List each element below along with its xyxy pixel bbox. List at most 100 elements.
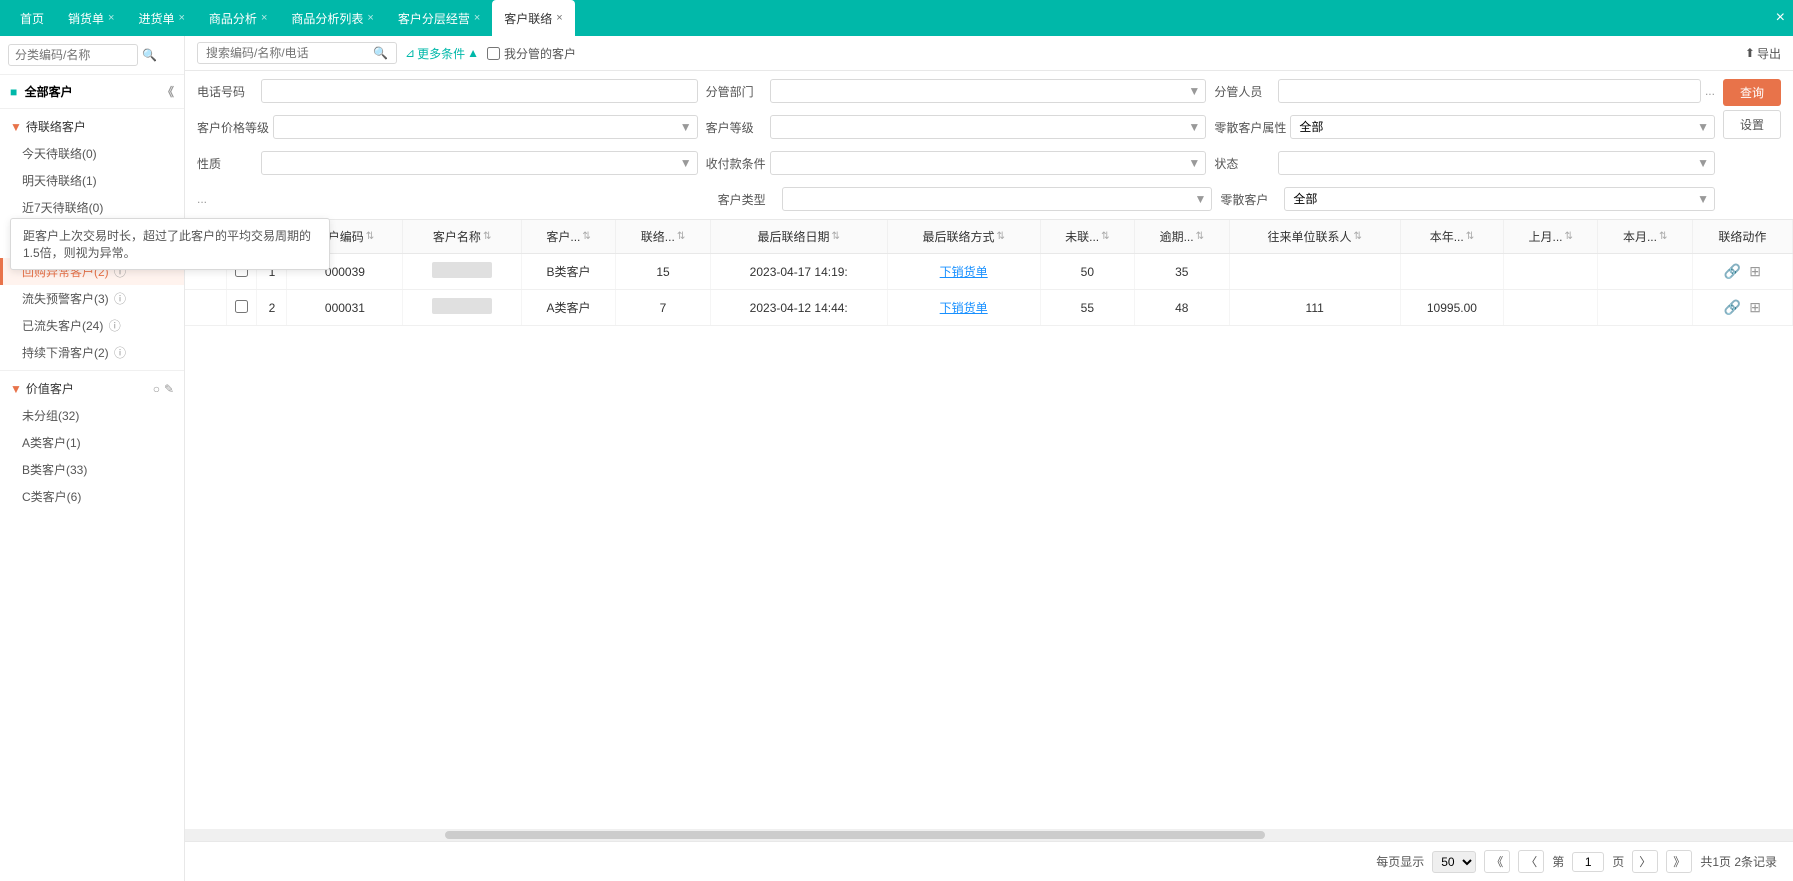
chevron-up-icon: ▲	[467, 46, 479, 60]
sidebar-class-c[interactable]: C类客户(6)	[0, 483, 184, 510]
row2-select-checkbox[interactable]	[235, 300, 248, 313]
declining-info-icon[interactable]: ⓘ	[114, 346, 126, 360]
filter-bar: 🔍 ⊿ 更多条件 ▲ 我分管的客户 ⬆ 导出	[185, 36, 1793, 71]
row1-this-month	[1598, 254, 1692, 290]
row2-grid-icon[interactable]: ⊞	[1749, 299, 1761, 316]
sidebar: 🔍 ■ 全部客户 《 ▼ 待联络客户 今天待联络(0) 明天待联络(1) 近7天…	[0, 36, 185, 881]
sidebar-today-contact[interactable]: 今天待联络(0)	[0, 140, 184, 167]
customer-level-field: 客户等级 ▼	[706, 115, 1207, 139]
close-product-list-icon[interactable]: ×	[367, 12, 373, 24]
th-name[interactable]: 客户名称⇅	[403, 220, 521, 254]
th-last-contact-date[interactable]: 最后联络日期⇅	[710, 220, 887, 254]
close-purchase-icon[interactable]: ×	[178, 12, 184, 24]
sidebar-class-b[interactable]: B类客户(33)	[0, 456, 184, 483]
nav-product-analysis[interactable]: 商品分析 ×	[197, 0, 279, 36]
close-product-analysis-icon[interactable]: ×	[261, 12, 267, 24]
row2-contact: 7	[616, 290, 710, 326]
sidebar-tomorrow-contact[interactable]: 明天待联络(1)	[0, 167, 184, 194]
nav-purchase-order[interactable]: 进货单 ×	[126, 0, 196, 36]
sidebar-7day-contact[interactable]: 近7天待联络(0)	[0, 194, 184, 221]
nav-customer-contact[interactable]: 客户联络 ×	[492, 0, 574, 36]
sidebar-search-input[interactable]	[8, 44, 138, 66]
th-last-month[interactable]: 上月...⇅	[1503, 220, 1597, 254]
row2-contacts: 111	[1229, 290, 1400, 326]
row2-this-year: 10995.00	[1400, 290, 1503, 326]
row4-dots[interactable]: ...	[197, 192, 207, 206]
sidebar-churn-warning[interactable]: 流失预警客户(3) ⓘ	[0, 285, 184, 312]
query-button[interactable]: 查询	[1723, 79, 1781, 106]
retail-customer-select[interactable]: 全部	[1284, 187, 1715, 211]
payment-select[interactable]	[770, 151, 1207, 175]
filter-search-icon[interactable]: 🔍	[373, 46, 388, 60]
nav-product-analysis-list[interactable]: 商品分析列表 ×	[279, 0, 385, 36]
nav-sales-order[interactable]: 销货单 ×	[56, 0, 126, 36]
th-this-month[interactable]: 本月...⇅	[1598, 220, 1692, 254]
more-conditions-button[interactable]: ⊿ 更多条件 ▲	[405, 45, 479, 62]
my-customers-checkbox[interactable]	[487, 47, 500, 60]
export-button[interactable]: ⬆ 导出	[1745, 45, 1781, 62]
row1-link-icon[interactable]: 🔗	[1724, 263, 1741, 280]
sidebar-churned[interactable]: 已流失客户(24) ⓘ	[0, 312, 184, 339]
row2-this-month	[1598, 290, 1692, 326]
per-page-select[interactable]: 50	[1432, 851, 1476, 873]
th-this-year[interactable]: 本年...⇅	[1400, 220, 1503, 254]
horizontal-scrollbar[interactable]	[185, 829, 1793, 841]
close-contact-icon[interactable]: ×	[556, 12, 562, 24]
sidebar-class-a[interactable]: A类客户(1)	[0, 429, 184, 456]
value-group-edit-icon[interactable]: ✎	[164, 382, 174, 396]
price-level-select[interactable]	[273, 115, 698, 139]
row2-last-month	[1503, 290, 1597, 326]
churn-warning-info-icon[interactable]: ⓘ	[114, 292, 126, 306]
phone-input[interactable]	[261, 79, 698, 103]
sidebar-all-customers[interactable]: ■ 全部客户 《	[0, 75, 184, 109]
setting-button[interactable]: 设置	[1723, 110, 1781, 139]
export-icon: ⬆	[1745, 46, 1755, 60]
status-select[interactable]	[1278, 151, 1715, 175]
top-navigation: 首页 销货单 × 进货单 × 商品分析 × 商品分析列表 × 客户分层经营 × …	[0, 0, 1793, 36]
nature-select[interactable]	[261, 151, 698, 175]
person-dots-icon[interactable]: ...	[1705, 84, 1715, 98]
close-all-button[interactable]: ×	[1776, 9, 1785, 27]
row1-last-method[interactable]: 下销货单	[887, 254, 1040, 290]
row2-type: A类客户	[521, 290, 615, 326]
status-field: 状态 ▼	[1214, 151, 1715, 175]
sidebar-ungrouped[interactable]: 未分组(32)	[0, 402, 184, 429]
close-sales-order-icon[interactable]: ×	[108, 12, 114, 24]
advanced-filter: 电话号码 分管部门 ▼ 分管人员	[185, 71, 1793, 220]
scroll-thumb[interactable]	[445, 831, 1265, 839]
churned-info-icon[interactable]: ⓘ	[109, 319, 121, 333]
retail-attr-select[interactable]: 全部	[1290, 115, 1715, 139]
sidebar-declining[interactable]: 持续下滑客户(2) ⓘ	[0, 339, 184, 366]
value-group-circle-icon[interactable]: ○	[153, 382, 160, 396]
row1-last-date: 2023-04-17 14:19:	[710, 254, 887, 290]
dept-select[interactable]	[770, 79, 1207, 103]
customer-type-select[interactable]	[782, 187, 1213, 211]
row2-code: 000031	[287, 290, 403, 326]
filter-search-input[interactable]	[206, 46, 373, 60]
first-page-button[interactable]: 《	[1484, 850, 1510, 873]
last-page-button[interactable]: 》	[1666, 850, 1692, 873]
nav-home[interactable]: 首页	[8, 0, 56, 36]
page-number-input[interactable]	[1572, 852, 1604, 872]
th-last-contact-method[interactable]: 最后联络方式⇅	[887, 220, 1040, 254]
row1-last-month	[1503, 254, 1597, 290]
th-unit-contacts[interactable]: 往来单位联系人⇅	[1229, 220, 1400, 254]
th-contact-count[interactable]: 联络...⇅	[616, 220, 710, 254]
customer-level-select[interactable]	[770, 115, 1207, 139]
close-segment-icon[interactable]: ×	[474, 12, 480, 24]
row2-link-icon[interactable]: 🔗	[1724, 299, 1741, 316]
row1-grid-icon[interactable]: ⊞	[1749, 263, 1761, 280]
nav-customer-segment[interactable]: 客户分层经营 ×	[386, 0, 492, 36]
th-type[interactable]: 客户...⇅	[521, 220, 615, 254]
th-pending[interactable]: 未联...⇅	[1040, 220, 1134, 254]
sidebar-collapse-icon[interactable]: 《	[162, 83, 174, 100]
th-overdue[interactable]: 逾期...⇅	[1135, 220, 1229, 254]
value-customer-group[interactable]: ▼ 价值客户 ○ ✎	[0, 375, 184, 402]
row2-last-method[interactable]: 下销货单	[887, 290, 1040, 326]
sidebar-search-icon[interactable]: 🔍	[142, 48, 157, 62]
person-input[interactable]	[1278, 79, 1701, 103]
prev-page-button[interactable]: 〈	[1518, 850, 1544, 873]
next-page-button[interactable]: 〉	[1632, 850, 1658, 873]
pending-contact-title[interactable]: ▼ 待联络客户	[0, 113, 184, 140]
sidebar-search-area: 🔍	[0, 36, 184, 75]
